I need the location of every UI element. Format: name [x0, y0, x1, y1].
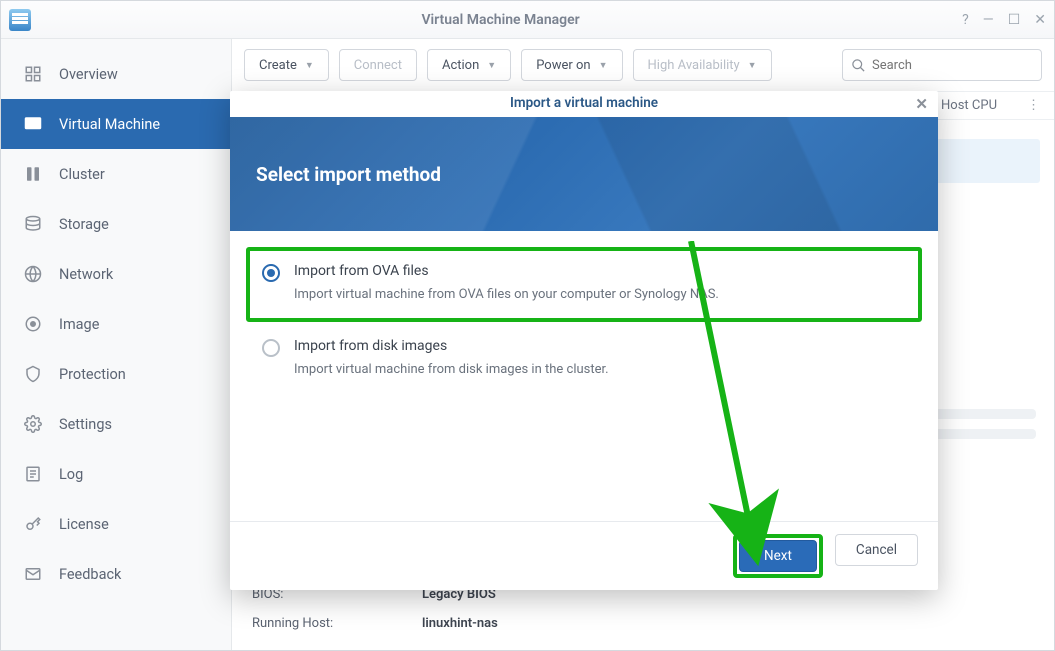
gear-icon: [23, 414, 43, 434]
storage-icon: [23, 214, 43, 234]
sidebar-item-storage[interactable]: Storage: [1, 199, 231, 249]
sidebar-item-label: Feedback: [59, 566, 121, 583]
create-button[interactable]: Create▼: [244, 49, 329, 81]
sidebar-item-label: Storage: [59, 216, 109, 233]
sidebar-item-label: Image: [59, 316, 99, 333]
modal-banner: Select import method: [230, 117, 938, 231]
search-input[interactable]: [872, 58, 1038, 73]
option-title: Import from OVA files: [294, 263, 719, 279]
import-modal: Import a virtual machine ✕ Select import…: [230, 91, 938, 590]
sidebar-item-overview[interactable]: Overview: [1, 49, 231, 99]
sidebar-item-license[interactable]: License: [1, 499, 231, 549]
column-menu-icon[interactable]: ⋮: [1027, 98, 1040, 113]
option-title: Import from disk images: [294, 338, 609, 354]
close-icon[interactable]: ✕: [1034, 12, 1046, 28]
modal-heading: Select import method: [256, 163, 441, 186]
cancel-button[interactable]: Cancel: [835, 534, 918, 566]
sidebar-item-label: Overview: [59, 66, 118, 83]
maximize-icon[interactable]: ☐: [1008, 12, 1021, 28]
network-icon: [23, 264, 43, 284]
app-title: Virtual Machine Manager: [39, 12, 962, 28]
sidebar-item-label: Log: [59, 466, 83, 483]
toolbar: Create▼ Connect Action▼ Power on▼ High A…: [232, 39, 1054, 92]
detail-value: linuxhint-nas: [422, 616, 498, 631]
sidebar-item-label: Settings: [59, 416, 112, 433]
option-desc: Import virtual machine from disk images …: [294, 362, 609, 377]
sidebar-item-label: Protection: [59, 366, 126, 383]
minimize-icon[interactable]: —: [983, 12, 994, 28]
ha-button[interactable]: High Availability▼: [633, 49, 772, 81]
vm-icon: [23, 114, 43, 134]
modal-title: Import a virtual machine: [510, 95, 658, 111]
connect-button[interactable]: Connect: [339, 49, 417, 81]
search-icon: [851, 58, 866, 73]
shield-icon: [23, 364, 43, 384]
modal-close-icon[interactable]: ✕: [915, 95, 928, 113]
option-desc: Import virtual machine from OVA files on…: [294, 287, 719, 302]
highlight-box-next: Next: [733, 534, 823, 578]
action-button[interactable]: Action▼: [427, 49, 511, 81]
option-ova[interactable]: Import from OVA files Import virtual mac…: [258, 253, 910, 312]
sidebar-item-label: Virtual Machine: [59, 116, 160, 133]
titlebar: Virtual Machine Manager ? — ☐ ✕: [1, 1, 1054, 39]
radio-unselected-icon[interactable]: [262, 339, 280, 357]
help-icon[interactable]: ?: [962, 12, 969, 28]
modal-body: Import from OVA files Import virtual mac…: [230, 231, 938, 481]
modal-footer: Next Cancel: [230, 521, 938, 590]
mail-icon: [23, 564, 43, 584]
column-host-cpu: Host CPU: [941, 98, 997, 113]
sidebar-item-settings[interactable]: Settings: [1, 399, 231, 449]
app-icon: [9, 9, 31, 31]
sidebar: Overview Virtual Machine Cluster Storage…: [1, 39, 232, 650]
option-disk-images[interactable]: Import from disk images Import virtual m…: [258, 328, 910, 387]
sidebar-item-virtual-machine[interactable]: Virtual Machine: [1, 99, 231, 149]
app-window: Virtual Machine Manager ? — ☐ ✕ Overview…: [0, 0, 1055, 651]
highlight-box-option-1: Import from OVA files Import virtual mac…: [246, 247, 922, 322]
image-icon: [23, 314, 43, 334]
sidebar-item-log[interactable]: Log: [1, 449, 231, 499]
sidebar-item-label: Cluster: [59, 166, 105, 183]
overview-icon: [23, 64, 43, 84]
sidebar-item-network[interactable]: Network: [1, 249, 231, 299]
sidebar-item-label: License: [59, 516, 109, 533]
sidebar-item-protection[interactable]: Protection: [1, 349, 231, 399]
sidebar-item-image[interactable]: Image: [1, 299, 231, 349]
sidebar-item-label: Network: [59, 266, 113, 283]
modal-title-bar: Import a virtual machine ✕: [230, 91, 938, 117]
log-icon: [23, 464, 43, 484]
detail-row-host: Running Host: linuxhint-nas: [232, 609, 1054, 638]
search-box[interactable]: [842, 49, 1042, 81]
sidebar-item-cluster[interactable]: Cluster: [1, 149, 231, 199]
sidebar-item-feedback[interactable]: Feedback: [1, 549, 231, 599]
poweron-button[interactable]: Power on▼: [521, 49, 622, 81]
detail-label: Running Host:: [252, 616, 422, 631]
next-button[interactable]: Next: [739, 540, 817, 572]
radio-selected-icon[interactable]: [262, 264, 280, 282]
key-icon: [23, 514, 43, 534]
cluster-icon: [23, 164, 43, 184]
